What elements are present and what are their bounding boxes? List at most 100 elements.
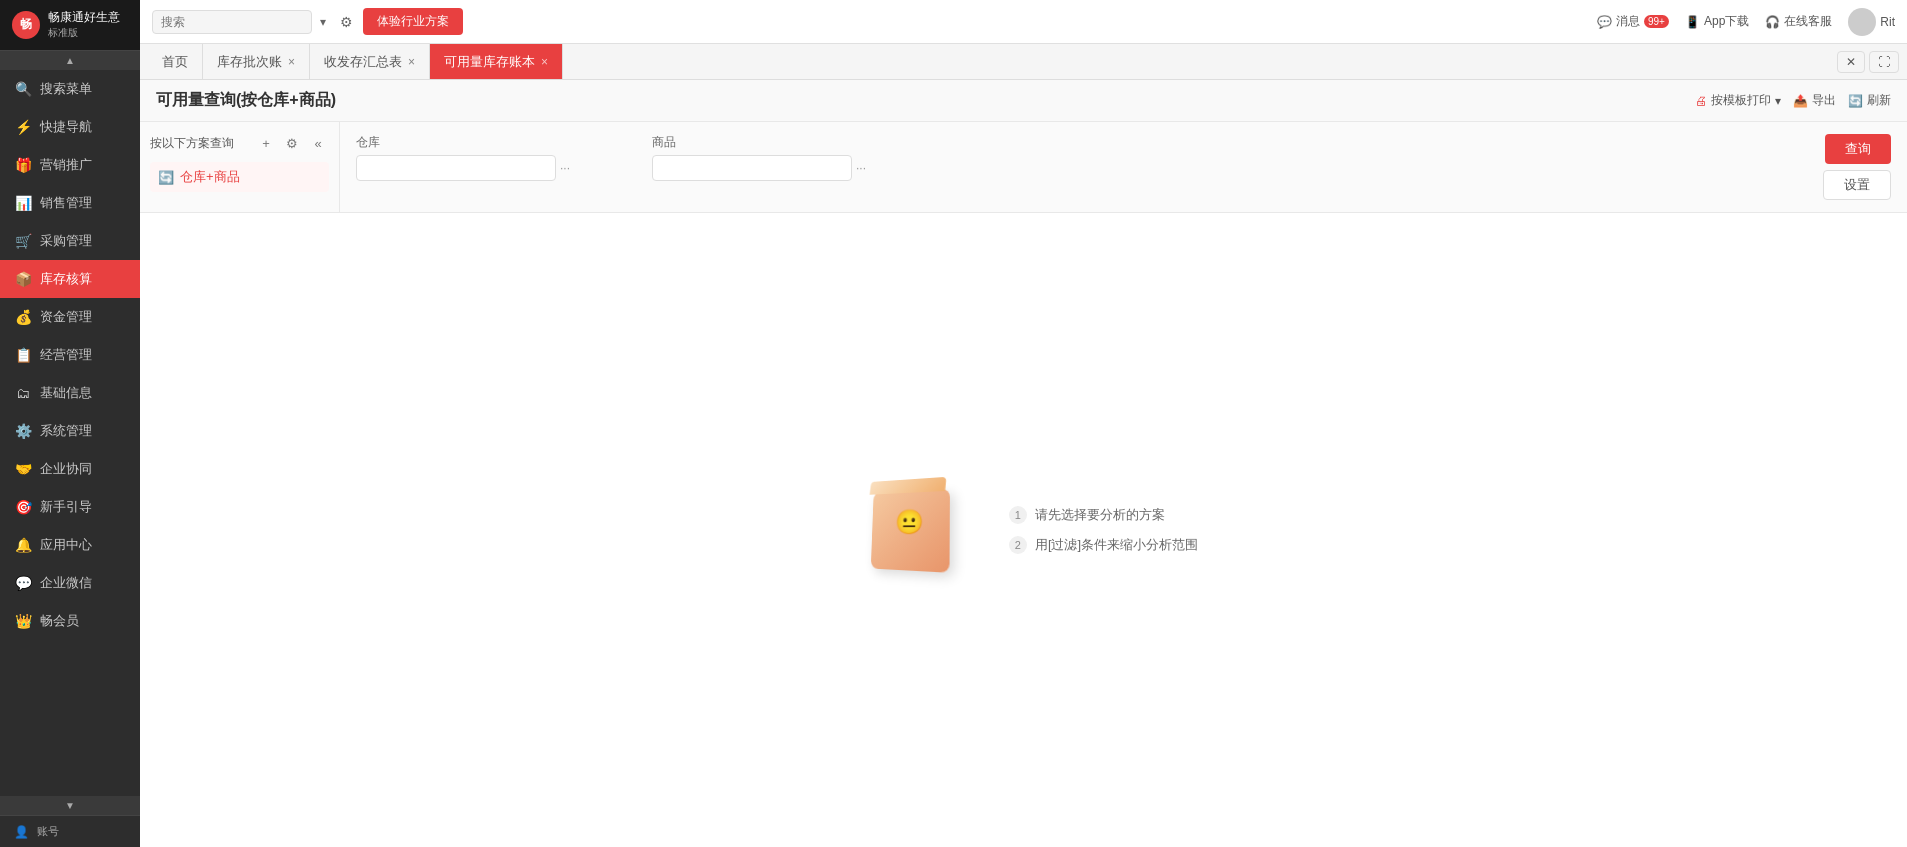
sidebar-bottom-icon: 👤 (14, 825, 29, 839)
tabbar-close-button[interactable]: ✕ (1837, 51, 1865, 73)
search-input[interactable] (152, 10, 312, 34)
scheme-header-actions: + ⚙ « (255, 132, 329, 154)
sidebar-item-basics[interactable]: 🗂基础信息 (0, 374, 140, 412)
sidebar-scroll-down[interactable]: ▼ (0, 796, 140, 815)
warehouse-input[interactable] (356, 155, 556, 181)
scheme-item-label: 仓库+商品 (180, 168, 240, 186)
hint-number-1: 1 (1009, 506, 1027, 524)
sidebar-header: 畅 畅康通好生意 标准版 (0, 0, 140, 51)
page-header: 可用量查询(按仓库+商品) 🖨 按模板打印 ▾ 📤 导出 🔄 刷新 (140, 80, 1907, 122)
sidebar-item-shortcut[interactable]: ⚡ 快捷导航 (0, 108, 140, 146)
search-icon: 🔍 (14, 80, 32, 98)
system-icon: ⚙️ (14, 422, 32, 440)
tab-close-inventory-summary[interactable]: × (408, 55, 415, 69)
warehouse-more-button[interactable]: ··· (560, 161, 570, 175)
empty-illustration: 😐 (849, 470, 969, 590)
tab-batch-ledger[interactable]: 库存批次账 × (203, 44, 310, 79)
topbar: ▾ ⚙ 体验行业方案 💬 消息 99+ 📱 App下载 🎧 在线客服 Rit (140, 0, 1907, 44)
empty-hint-2: 2 用[过滤]条件来缩小分析范围 (1009, 536, 1198, 554)
sidebar-item-funds[interactable]: 💰资金管理 (0, 298, 140, 336)
warehouse-input-row: ··· (356, 155, 636, 181)
sidebar-item-inventory[interactable]: 📦库存核算 (0, 260, 140, 298)
tabbar: 首页库存批次账×收发存汇总表×可用量库存账本× ✕ ⛶ (140, 44, 1907, 80)
online-service-item[interactable]: 🎧 在线客服 (1765, 13, 1832, 30)
tab-close-batch-ledger[interactable]: × (288, 55, 295, 69)
sidebar-item-apps[interactable]: 🔔应用中心 (0, 526, 140, 564)
scheme-panel: 按以下方案查询 + ⚙ « 🔄 仓库+商品 (140, 122, 340, 212)
phone-icon: 📱 (1685, 15, 1700, 29)
export-button[interactable]: 📤 导出 (1793, 92, 1836, 109)
app-download-item[interactable]: 📱 App下载 (1685, 13, 1749, 30)
sales-icon: 📊 (14, 194, 32, 212)
sidebar-item-sales[interactable]: 📊销售管理 (0, 184, 140, 222)
sidebar-item-enterprise[interactable]: 🤝企业协同 (0, 450, 140, 488)
filter-fields: 仓库 ··· 商品 ··· (340, 122, 1807, 212)
scheme-item-icon: 🔄 (158, 170, 174, 185)
sidebar-item-label: 系统管理 (40, 422, 92, 440)
sidebar-item-newbie[interactable]: 🎯 新手引导 (0, 488, 140, 526)
content-area: 可用量查询(按仓库+商品) 🖨 按模板打印 ▾ 📤 导出 🔄 刷新 (140, 80, 1907, 847)
sidebar-item-label: 搜索菜单 (40, 80, 92, 98)
sidebar-item-label: 营销推广 (40, 156, 92, 174)
print-icon: 🖨 (1695, 94, 1707, 108)
message-item[interactable]: 💬 消息 99+ (1597, 13, 1669, 30)
print-button[interactable]: 🖨 按模板打印 ▾ (1695, 92, 1781, 109)
user-item[interactable]: Rit (1848, 8, 1895, 36)
scheme-settings-button[interactable]: ⚙ (281, 132, 303, 154)
sidebar-item-operations[interactable]: 📋 经营管理 (0, 336, 140, 374)
tab-close-available-ledger[interactable]: × (541, 55, 548, 69)
sidebar-item-search[interactable]: 🔍 搜索菜单 (0, 70, 140, 108)
refresh-button[interactable]: 🔄 刷新 (1848, 92, 1891, 109)
sidebar-item-vip[interactable]: 👑畅会员 (0, 602, 140, 640)
sidebar-scroll-up[interactable]: ▲ (0, 51, 140, 70)
hint-text-2: 用[过滤]条件来缩小分析范围 (1035, 536, 1198, 554)
sidebar-item-label: 企业微信 (40, 574, 92, 592)
query-button[interactable]: 查询 (1825, 134, 1891, 164)
trial-button[interactable]: 体验行业方案 (363, 8, 463, 35)
goods-more-button[interactable]: ··· (856, 161, 866, 175)
tab-label-batch-ledger: 库存批次账 (217, 53, 282, 71)
warehouse-label: 仓库 (356, 134, 636, 151)
sidebar-item-system[interactable]: ⚙️ 系统管理 (0, 412, 140, 450)
scheme-header: 按以下方案查询 + ⚙ « (150, 132, 329, 154)
tabbar-expand-button[interactable]: ⛶ (1869, 51, 1899, 73)
dropdown-button[interactable]: ▾ (316, 13, 330, 31)
sidebar-bottom-label: 账号 (37, 824, 59, 839)
settings-button[interactable]: 设置 (1823, 170, 1891, 200)
scheme-add-button[interactable]: + (255, 132, 277, 154)
apps-icon: 🔔 (14, 536, 32, 554)
scheme-item-warehouse-goods[interactable]: 🔄 仓库+商品 (150, 162, 329, 192)
message-icon: 💬 (1597, 15, 1612, 29)
sidebar-item-label: 快捷导航 (40, 118, 92, 136)
sidebar-title: 畅康通好生意 (48, 10, 120, 26)
sidebar-item-label: 新手引导 (40, 498, 92, 516)
filter-area: 按以下方案查询 + ⚙ « 🔄 仓库+商品 仓库 (140, 122, 1907, 213)
newbie-icon: 🎯 (14, 498, 32, 516)
tab-inventory-summary[interactable]: 收发存汇总表 × (310, 44, 430, 79)
sidebar-item-wechat[interactable]: 💬 企业微信 (0, 564, 140, 602)
empty-box-shape: 😐 (871, 489, 950, 573)
empty-face: 😐 (894, 508, 924, 536)
page-title: 可用量查询(按仓库+商品) (156, 90, 336, 111)
wechat-icon: 💬 (14, 574, 32, 592)
gear-button[interactable]: ⚙ (334, 12, 359, 32)
tab-available-ledger[interactable]: 可用量库存账本× (430, 44, 563, 79)
sidebar-item-purchase[interactable]: 🛒采购管理 (0, 222, 140, 260)
marketing-icon: 🎁 (14, 156, 32, 174)
topbar-search-area: ▾ ⚙ 体验行业方案 (152, 8, 1589, 35)
tab-label-inventory-summary: 收发存汇总表 (324, 53, 402, 71)
sidebar-item-label: 资金管理 (40, 308, 92, 326)
user-name: Rit (1880, 15, 1895, 29)
sidebar-title-area: 畅康通好生意 标准版 (48, 10, 120, 40)
message-label: 消息 (1616, 13, 1640, 30)
warehouse-filter-field: 仓库 ··· (356, 134, 636, 181)
tab-home[interactable]: 首页 (148, 44, 203, 79)
goods-input[interactable] (652, 155, 852, 181)
sidebar-item-marketing[interactable]: 🎁 营销推广 (0, 146, 140, 184)
shortcut-icon: ⚡ (14, 118, 32, 136)
scheme-collapse-button[interactable]: « (307, 132, 329, 154)
vip-icon: 👑 (14, 612, 32, 630)
app-download-label: App下载 (1704, 13, 1749, 30)
sidebar-item-label: 经营管理 (40, 346, 92, 364)
operations-icon: 📋 (14, 346, 32, 364)
